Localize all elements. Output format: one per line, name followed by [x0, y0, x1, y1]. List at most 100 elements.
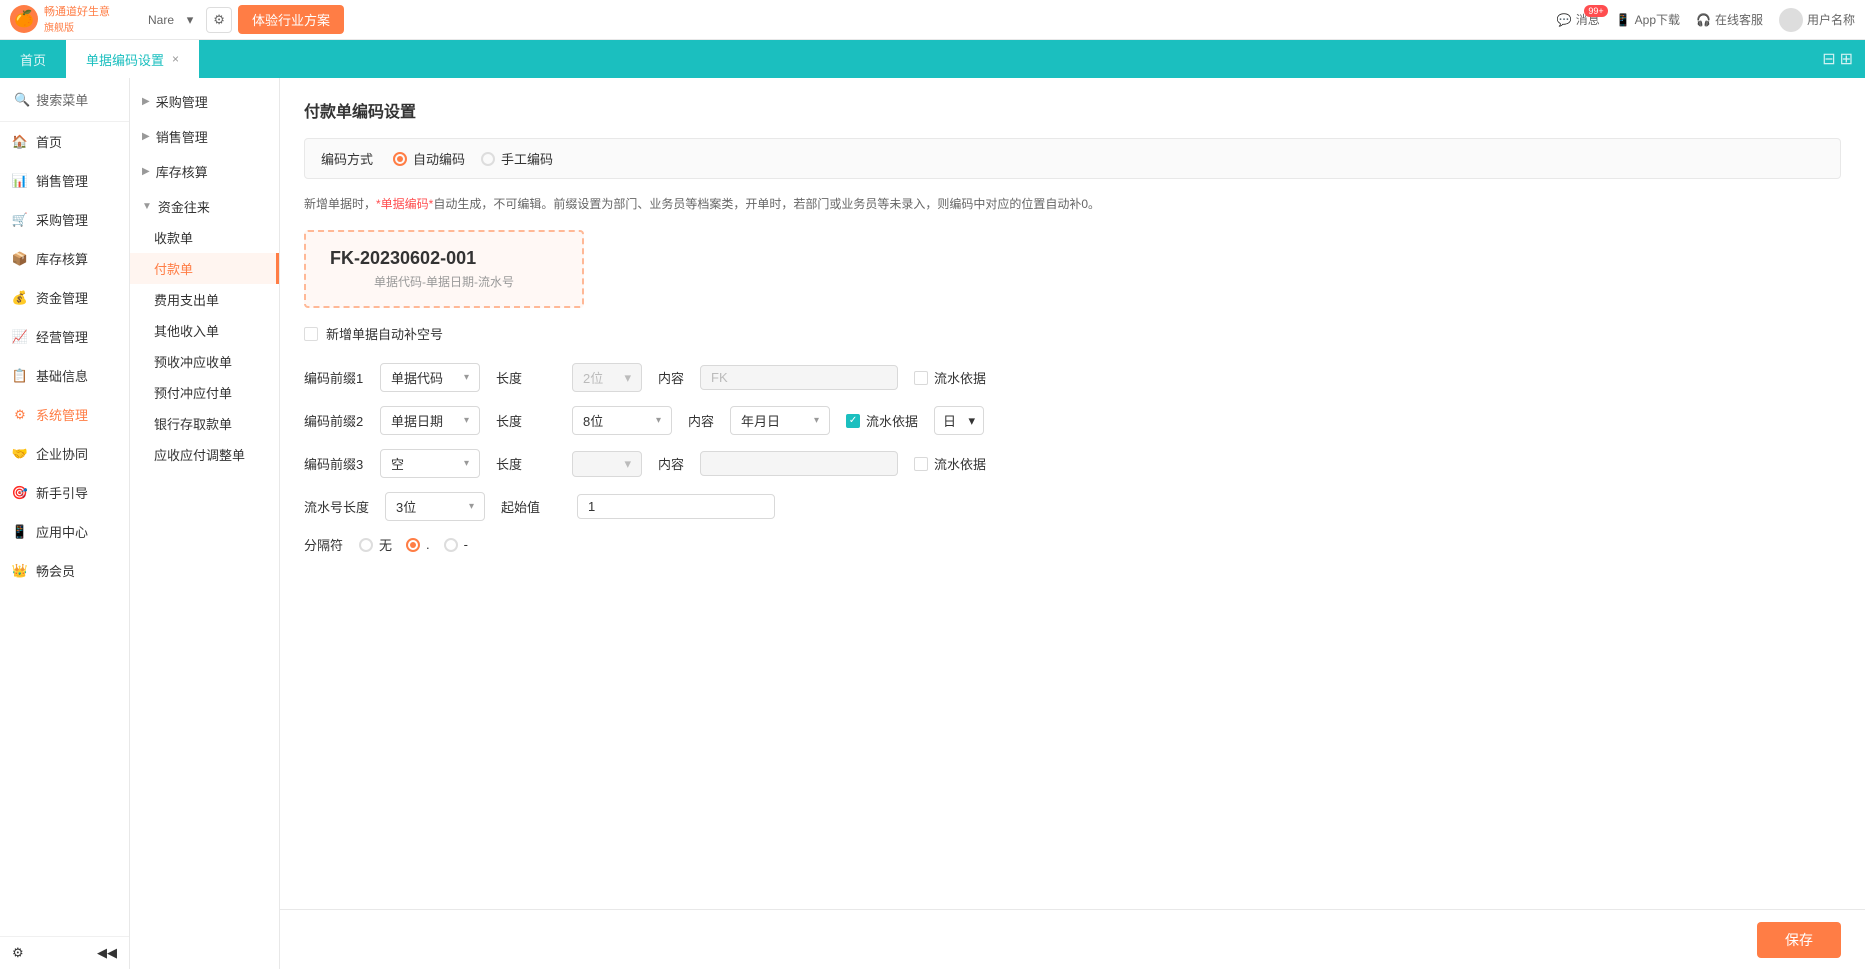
- sub-item-pre-payment[interactable]: 预付冲应付单: [130, 377, 279, 408]
- tab-encode-settings[interactable]: 单据编码设置 ×: [66, 40, 199, 78]
- sub-item-other-income[interactable]: 其他收入单: [130, 315, 279, 346]
- sidebar-collapse-icon[interactable]: ◀◀: [97, 945, 117, 961]
- radio-manual-dot: [481, 152, 495, 166]
- auto-fill-row: 新增单据自动补空号: [304, 324, 1841, 343]
- prefix3-arrow: ▾: [464, 458, 469, 469]
- trial-button[interactable]: 体验行业方案: [238, 5, 344, 34]
- prefix3-select[interactable]: 空 ▾: [380, 449, 480, 478]
- messages-badge: 99+: [1584, 5, 1607, 17]
- sub-item-pre-receipt[interactable]: 预收冲应收单: [130, 346, 279, 377]
- user-area[interactable]: 用户名称: [1779, 8, 1855, 32]
- group-sales-header[interactable]: ▶ 销售管理: [130, 121, 279, 152]
- radio-manual[interactable]: 手工编码: [481, 149, 553, 168]
- prefix2-content-value: 年月日: [741, 411, 780, 430]
- service-icon: 🎧: [1696, 13, 1711, 27]
- prefix2-length-label: 长度: [496, 411, 556, 430]
- group-purchase-header[interactable]: ▶ 采购管理: [130, 86, 279, 117]
- sidebar-item-basic[interactable]: 📋 基础信息: [0, 356, 129, 395]
- group-capital: ▼ 资金往来 收款单 付款单 费用支出单 其他收入单 预收冲应收单 预付冲应付单…: [130, 191, 279, 470]
- tab-actions: ⊟ ⊞: [1822, 49, 1865, 69]
- auto-fill-checkbox[interactable]: [304, 327, 318, 341]
- group-sales-label: 销售管理: [156, 127, 208, 146]
- tab-shrink-icon[interactable]: ⊟: [1822, 49, 1835, 69]
- prefix1-select[interactable]: 单据代码 ▾: [380, 363, 480, 392]
- sep-dot[interactable]: .: [406, 537, 430, 552]
- tab-home[interactable]: 首页: [0, 40, 66, 78]
- breadcrumb[interactable]: Nare: [148, 13, 174, 27]
- sep-dash-label: -: [464, 537, 468, 552]
- sub-item-receipt[interactable]: 收款单: [130, 222, 279, 253]
- prefix1-value: 单据代码: [391, 368, 443, 387]
- start-value-label: 起始值: [501, 497, 561, 516]
- bottom-bar: 保存: [280, 909, 1865, 969]
- tab-home-label: 首页: [20, 50, 46, 69]
- sub-item-expense[interactable]: 费用支出单: [130, 284, 279, 315]
- group-purchase-arrow: ▶: [142, 96, 150, 107]
- finance-icon: 💰: [12, 290, 28, 306]
- sidebar-operations-label: 经营管理: [36, 327, 88, 346]
- sep-dash[interactable]: -: [444, 537, 468, 552]
- settings-icon[interactable]: ⚙: [206, 7, 232, 33]
- sub-item-payment[interactable]: 付款单: [130, 253, 279, 284]
- serial-length-select[interactable]: 3位 ▾: [385, 492, 485, 521]
- sidebar-item-purchase[interactable]: 🛒 采购管理: [0, 200, 129, 239]
- group-capital-header[interactable]: ▼ 资金往来: [130, 191, 279, 222]
- sidebar-item-inventory[interactable]: 📦 库存核算: [0, 239, 129, 278]
- purchase-icon: 🛒: [12, 212, 28, 228]
- message-icon: 💬: [1557, 13, 1572, 27]
- sep-none[interactable]: 无: [359, 535, 392, 554]
- prefix3-serial-check[interactable]: 流水依据: [914, 454, 986, 473]
- sidebar-item-system[interactable]: ⚙ 系统管理: [0, 395, 129, 434]
- tab-close-icon[interactable]: ×: [172, 52, 179, 66]
- basic-icon: 📋: [12, 368, 28, 384]
- search-menu-button[interactable]: 🔍 搜索菜单: [8, 86, 121, 113]
- sidebar-item-enterprise[interactable]: 🤝 企业协同: [0, 434, 129, 473]
- sub-item-bank[interactable]: 银行存取款单: [130, 408, 279, 439]
- prefix2-serial-check[interactable]: ✓ 流水依据: [846, 411, 918, 430]
- messages-button[interactable]: 💬 消息 99+: [1557, 11, 1600, 28]
- app-download-button[interactable]: 📱 App下载: [1616, 11, 1680, 28]
- save-button[interactable]: 保存: [1757, 922, 1841, 958]
- sidebar-item-finance[interactable]: 💰 资金管理: [0, 278, 129, 317]
- separator-label: 分隔符: [304, 535, 343, 554]
- sub-item-adjust[interactable]: 应收应付调整单: [130, 439, 279, 470]
- prefix3-length-select[interactable]: ▾: [572, 451, 642, 477]
- system-icon: ⚙: [12, 407, 28, 423]
- prefix1-arrow: ▾: [464, 372, 469, 383]
- prefix1-length-select[interactable]: 2位 ▾: [572, 363, 642, 392]
- group-sales-arrow: ▶: [142, 131, 150, 142]
- start-value-input[interactable]: [577, 494, 775, 519]
- member-icon: 👑: [12, 563, 28, 579]
- prefix2-content-select[interactable]: 年月日 ▾: [730, 406, 830, 435]
- prefix2-value: 单据日期: [391, 411, 443, 430]
- tab-expand-icon[interactable]: ⊞: [1840, 49, 1853, 69]
- encoding-radio-group: 自动编码 手工编码: [393, 149, 553, 168]
- sidebar-bottom: ⚙ ◀◀: [0, 936, 129, 969]
- group-inventory-header[interactable]: ▶ 库存核算: [130, 156, 279, 187]
- online-service-button[interactable]: 🎧 在线客服: [1696, 11, 1763, 28]
- sidebar-settings-icon[interactable]: ⚙: [12, 945, 24, 961]
- sidebar-purchase-label: 采购管理: [36, 210, 88, 229]
- sub-sidebar: ▶ 采购管理 ▶ 销售管理 ▶ 库存核算 ▼ 资金往来 收款单 付款单 费用支出…: [130, 78, 280, 969]
- radio-auto[interactable]: 自动编码: [393, 149, 465, 168]
- sidebar-finance-label: 资金管理: [36, 288, 88, 307]
- prefix1-serial-check[interactable]: 流水依据: [914, 368, 986, 387]
- sidebar-item-operations[interactable]: 📈 经营管理: [0, 317, 129, 356]
- prefix1-label: 编码前缀1: [304, 368, 364, 387]
- prefix2-select[interactable]: 单据日期 ▾: [380, 406, 480, 435]
- code-preview-sub: 单据代码-单据日期-流水号: [330, 273, 558, 290]
- logo-text-block: 畅通道好生意 旗舰版: [44, 5, 110, 34]
- breadcrumb-dropdown-icon[interactable]: ▾: [180, 10, 200, 30]
- prefix2-day-select[interactable]: 日 ▾: [934, 406, 984, 435]
- sidebar-item-guide[interactable]: 🎯 新手引导: [0, 473, 129, 512]
- serial-length-label: 流水号长度: [304, 497, 369, 516]
- nav-tabs: 首页 单据编码设置 × ⊟ ⊞: [0, 40, 1865, 78]
- prefix2-length-select[interactable]: 8位 ▾: [572, 406, 672, 435]
- sidebar-item-apps[interactable]: 📱 应用中心: [0, 512, 129, 551]
- sidebar-item-member[interactable]: 👑 畅会员: [0, 551, 129, 590]
- sidebar-item-sales[interactable]: 📊 销售管理: [0, 161, 129, 200]
- sidebar-item-home[interactable]: 🏠 首页: [0, 122, 129, 161]
- prefix2-content-label: 内容: [688, 411, 714, 430]
- group-inventory: ▶ 库存核算: [130, 156, 279, 187]
- sales-icon: 📊: [12, 173, 28, 189]
